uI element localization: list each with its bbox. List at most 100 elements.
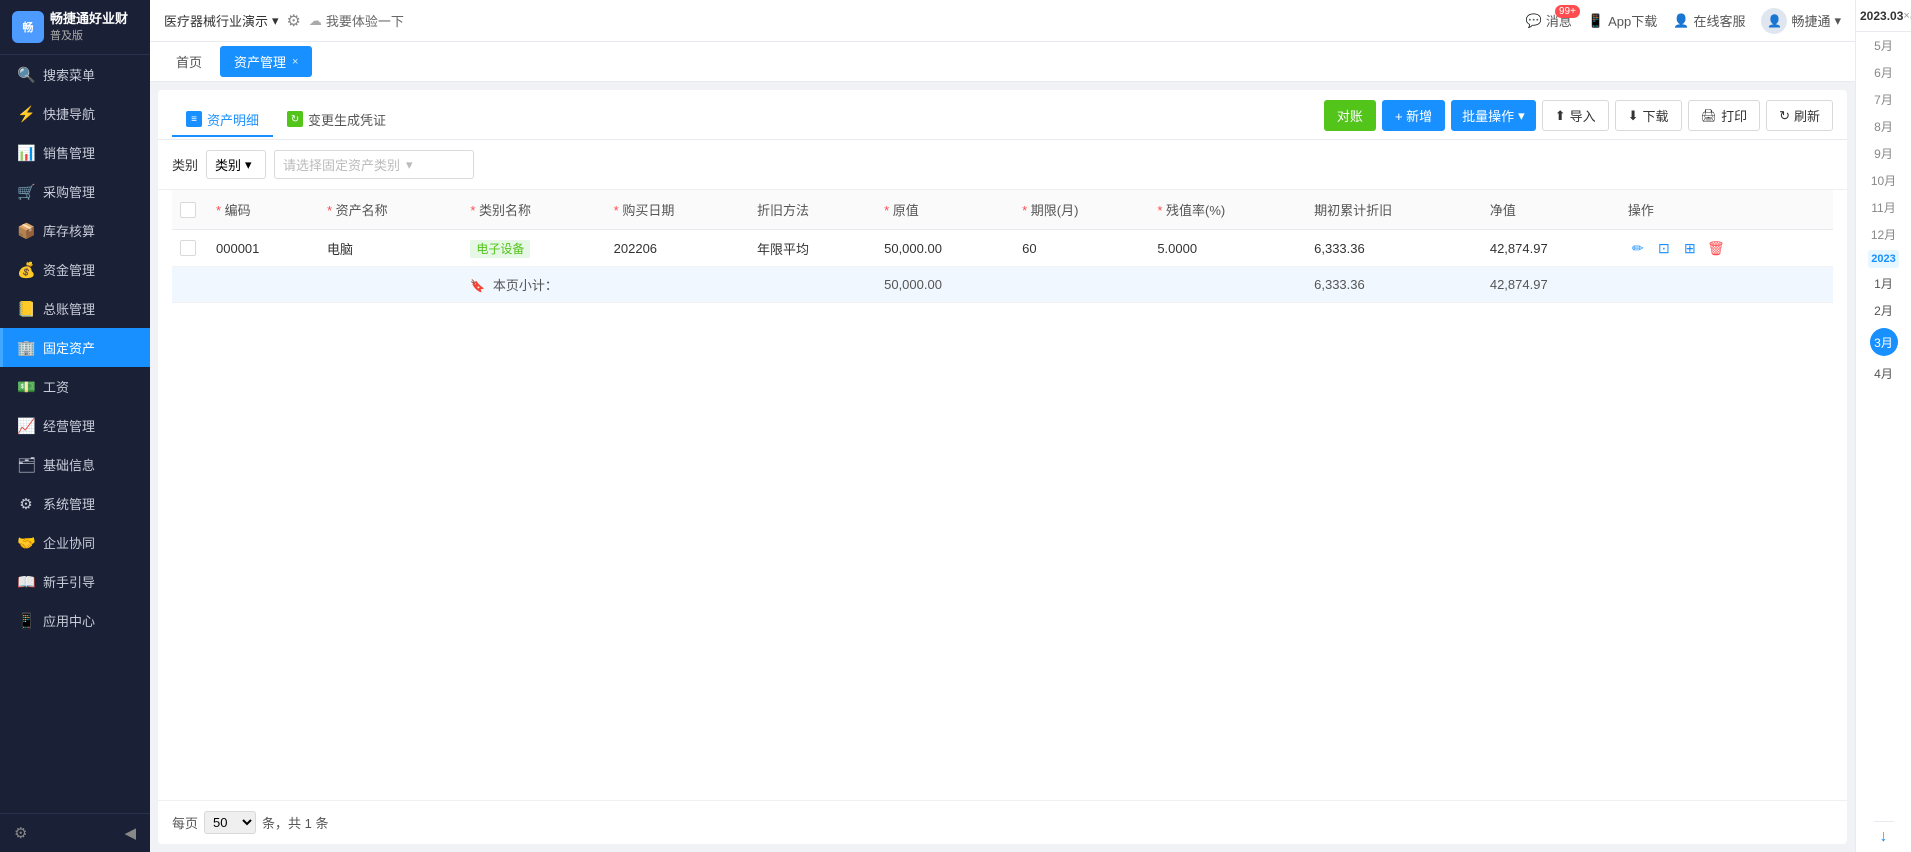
subtab-voucher[interactable]: ↻ 变更生成凭证 [273,104,400,137]
sidebar-item-system[interactable]: ⚙ 系统管理 [0,484,150,523]
inventory-icon: 📦 [17,222,35,240]
sidebar-item-quick-nav[interactable]: ⚡ 快捷导航 [0,94,150,133]
payroll-icon: 💵 [17,378,35,396]
sidebar-item-label: 采购管理 [43,182,95,201]
tabbar: 首页 资产管理 × [150,42,1855,82]
download-button[interactable]: ⬇ 下载 [1615,100,1682,131]
subtotal-row: 🔖 本页小计： 50,000.00 6,333.36 42,874.97 [172,267,1833,303]
quick-nav-icon: ⚡ [17,105,35,123]
header-action: 操作 [1620,190,1833,230]
rp-current-section: 1月 2月 3月 4月 [1856,270,1911,387]
settings-icon[interactable]: ⚙ [14,824,27,842]
category-input[interactable]: 请选择固定资产类别 ▾ [274,150,474,179]
user-menu[interactable]: 👤 畅捷通 ▾ [1761,8,1841,34]
rp-month-6[interactable]: 6月 [1856,59,1911,86]
basic-info-icon: 🗂 [17,456,35,474]
sidebar-item-ledger[interactable]: 📒 总账管理 [0,289,150,328]
try-button[interactable]: ☁ 我要体验一下 [309,11,404,30]
table-footer: 每页 50 100 200 条，共 1 条 [158,800,1847,844]
import-button[interactable]: ⬆ 导入 [1542,100,1609,131]
sidebar-nav: 🔍 搜索菜单 ⚡ 快捷导航 📊 销售管理 🛒 采购管理 📦 库存核算 💰 资金管… [0,55,150,813]
topbar-right: 💬 消息 99+ 📱 App下载 👤 在线客服 👤 畅捷通 ▾ [1526,8,1841,34]
sidebar-item-label: 经营管理 [43,416,95,435]
header-residual-rate: 残值率(%) [1149,190,1306,230]
header-depreciation-method: 折旧方法 [749,190,876,230]
import-icon: ⬆ [1555,108,1566,124]
sidebar-item-basic-info[interactable]: 🗂 基础信息 [0,445,150,484]
funds-icon: 💰 [17,261,35,279]
sidebar-item-payroll[interactable]: 💵 工资 [0,367,150,406]
rp-month-9[interactable]: 9月 [1856,140,1911,167]
sidebar-item-sales[interactable]: 📊 销售管理 [0,133,150,172]
print-button[interactable]: 🖨 打印 [1688,100,1761,131]
search-icon: 🔍 [17,66,35,84]
tab-home[interactable]: 首页 [162,46,216,77]
sidebar-item-funds[interactable]: 💰 资金管理 [0,250,150,289]
rp-month-8[interactable]: 8月 [1856,113,1911,140]
logo-name: 畅捷通好业财 [50,11,128,27]
sidebar-item-search[interactable]: 🔍 搜索菜单 [0,55,150,94]
subtotal-initial-accumulated: 6,333.36 [1306,267,1482,303]
guide-icon: 📖 [17,573,35,591]
subtotal-net-value: 42,874.97 [1482,267,1620,303]
sidebar-item-label: 应用中心 [43,611,95,630]
sidebar-item-operations[interactable]: 📈 经营管理 [0,406,150,445]
sidebar-item-inventory[interactable]: 📦 库存核算 [0,211,150,250]
copy-icon[interactable]: ⊡ [1654,238,1674,258]
row-actions: ✏ ⊡ ⊞ 🗑 [1620,230,1833,267]
message-icon: 💬 [1526,13,1542,29]
enterprise-icon: 🤝 [17,534,35,552]
rp-month-11[interactable]: 11月 [1856,194,1911,221]
asset-detail-icon: ≡ [186,111,202,127]
company-selector[interactable]: 医疗器械行业演示 ▾ [164,11,279,30]
per-page-select[interactable]: 50 100 200 [204,811,256,834]
sidebar-item-app-center[interactable]: 📱 应用中心 [0,601,150,640]
sidebar-item-fixed-assets[interactable]: 🏢 固定资产 [0,328,150,367]
sidebar-item-label: 基础信息 [43,455,95,474]
row-select-checkbox[interactable] [180,240,196,256]
collapse-icon[interactable]: ◀ [124,824,136,842]
rp-month-7[interactable]: 7月 [1856,86,1911,113]
refresh-button[interactable]: ↻ 刷新 [1766,100,1833,131]
subtab-asset-detail[interactable]: ≡ 资产明细 [172,104,273,137]
tab-close-icon[interactable]: × [292,56,298,68]
sidebar-item-label: 快捷导航 [43,104,95,123]
row-name: 电脑 [319,230,462,267]
rp-month-1[interactable]: 1月 [1856,270,1911,297]
gear-icon[interactable]: ⚙ [287,11,301,31]
delete-icon[interactable]: 🗑 [1706,238,1726,258]
rp-month-4[interactable]: 4月 [1856,360,1911,387]
app-download-button[interactable]: 📱 App下载 [1588,11,1657,30]
batch-button[interactable]: 批量操作 ▾ [1451,100,1536,131]
toolbar-right: 对账 + 新增 批量操作 ▾ ⬆ 导入 ⬇ 下载 🖨 [1324,100,1833,139]
rp-month-3-active[interactable]: 3月 [1870,328,1898,356]
sidebar-item-guide[interactable]: 📖 新手引导 [0,562,150,601]
new-button[interactable]: + 新增 [1382,100,1445,131]
subtoolbar: ≡ 资产明细 ↻ 变更生成凭证 对账 + 新增 批量操作 ▾ ⬆ [158,90,1847,140]
user-chevron-icon: ▾ [1834,13,1841,29]
rp-month-12[interactable]: 12月 [1856,221,1911,248]
rp-footer[interactable]: ↓ [1874,821,1894,852]
row-initial-accumulated: 6,333.36 [1306,230,1482,267]
more-icon[interactable]: ⊞ [1680,238,1700,258]
online-service-button[interactable]: 👤 在线客服 [1673,11,1745,30]
sidebar-item-enterprise[interactable]: 🤝 企业协同 [0,523,150,562]
sidebar-item-purchase[interactable]: 🛒 采购管理 [0,172,150,211]
per-page-label: 每页 [172,813,198,832]
rp-month-2[interactable]: 2月 [1856,297,1911,324]
rp-month-5[interactable]: 5月 [1856,32,1911,59]
reconcile-button[interactable]: 对账 [1324,100,1376,131]
header-net-value: 净值 [1482,190,1620,230]
rp-month-10[interactable]: 10月 [1856,167,1911,194]
tab-asset-management[interactable]: 资产管理 × [220,46,312,77]
message-button[interactable]: 💬 消息 99+ [1526,11,1572,30]
header-name: 资产名称 [319,190,462,230]
row-checkbox [172,230,208,267]
batch-chevron-icon: ▾ [1518,108,1525,124]
select-all-checkbox[interactable] [180,202,196,218]
input-chevron-icon: ▾ [406,157,413,173]
subtotal-empty5 [1149,267,1306,303]
edit-icon[interactable]: ✏ [1628,238,1648,258]
sidebar-item-label: 资金管理 [43,260,95,279]
category-select[interactable]: 类别 ▾ [206,150,266,179]
